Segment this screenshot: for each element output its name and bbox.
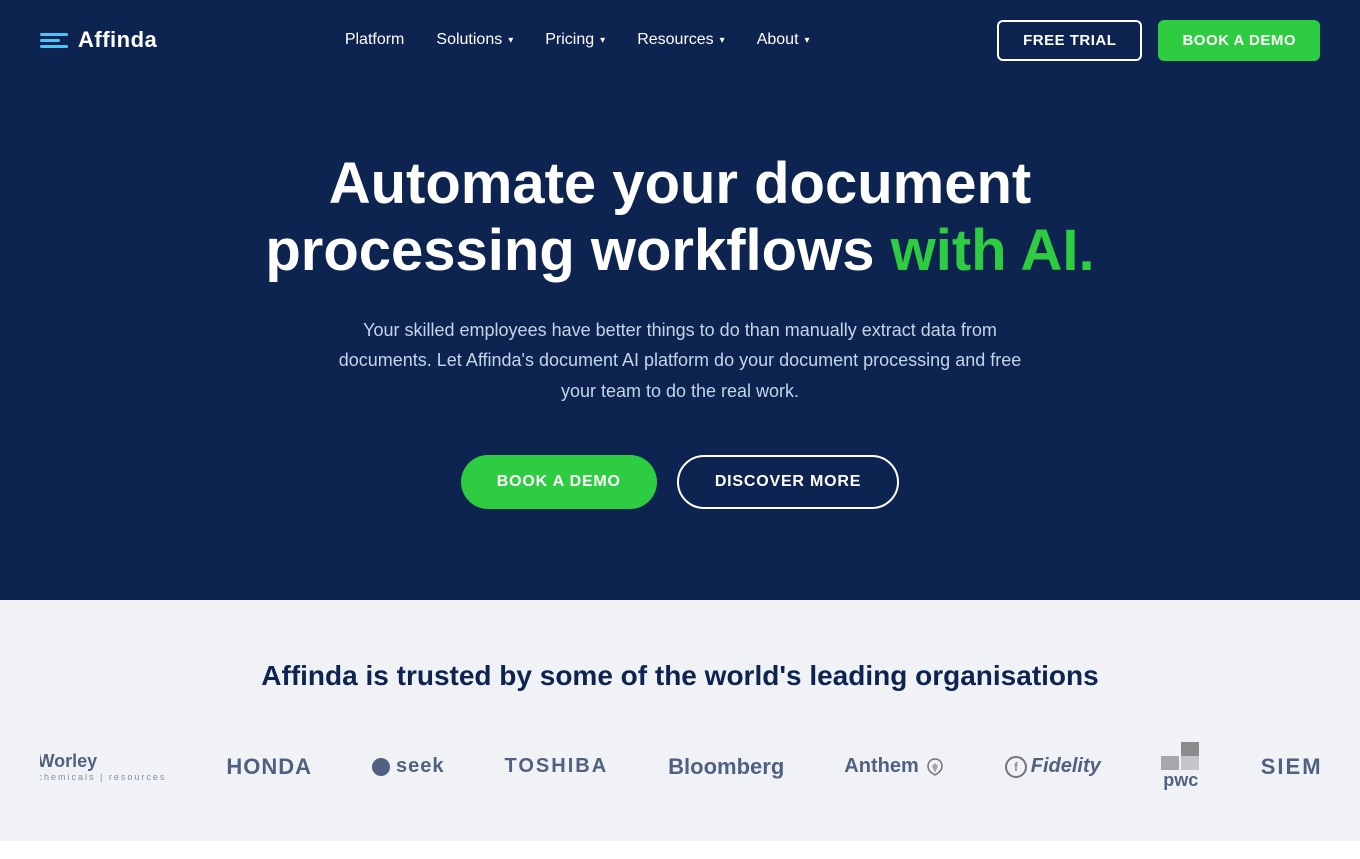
hero-headline: Automate your document processing workfl… bbox=[265, 151, 1094, 284]
logo-icon bbox=[40, 33, 68, 48]
nav-item-solutions[interactable]: Solutions ▾ bbox=[424, 23, 525, 57]
logos-row: Worley chemicals | resources HONDA seek … bbox=[40, 742, 1320, 791]
logo-link[interactable]: Affinda bbox=[40, 27, 157, 53]
logo-bloomberg: Bloomberg bbox=[638, 754, 814, 780]
chevron-down-icon: ▾ bbox=[600, 35, 605, 46]
nav-link-platform[interactable]: Platform bbox=[333, 23, 417, 57]
logo-toshiba: TOSHIBA bbox=[475, 755, 639, 778]
nav-link-pricing[interactable]: Pricing ▾ bbox=[533, 23, 617, 57]
nav-item-about[interactable]: About ▾ bbox=[745, 23, 822, 57]
chevron-down-icon: ▾ bbox=[805, 35, 810, 46]
hero-subtext: Your skilled employees have better thing… bbox=[320, 315, 1040, 407]
nav-item-resources[interactable]: Resources ▾ bbox=[625, 23, 737, 57]
logo-text: Affinda bbox=[78, 27, 157, 53]
nav-item-platform[interactable]: Platform bbox=[333, 23, 417, 57]
nav-links: Platform Solutions ▾ Pricing ▾ Resources… bbox=[333, 23, 822, 57]
logo-worley: Worley chemicals | resources bbox=[40, 751, 196, 782]
chevron-down-icon: ▾ bbox=[720, 35, 725, 46]
svg-text:f: f bbox=[1014, 760, 1019, 774]
free-trial-button[interactable]: FREE TRIAL bbox=[997, 20, 1142, 61]
book-demo-hero-button[interactable]: BOOK A DEMO bbox=[461, 455, 657, 509]
logo-siemens: SIEM bbox=[1231, 754, 1320, 780]
navigation: Affinda Platform Solutions ▾ Pricing ▾ R… bbox=[0, 0, 1360, 80]
trusted-heading: Affinda is trusted by some of the world'… bbox=[40, 660, 1320, 692]
nav-item-pricing[interactable]: Pricing ▾ bbox=[533, 23, 617, 57]
discover-more-button[interactable]: DISCOVER MORE bbox=[677, 455, 899, 509]
nav-link-about[interactable]: About ▾ bbox=[745, 23, 822, 57]
hero-section: Automate your document processing workfl… bbox=[0, 80, 1360, 600]
logo-anthem: Anthem bbox=[814, 755, 974, 778]
trusted-section: Affinda is trusted by some of the world'… bbox=[0, 600, 1360, 841]
logo-seek: seek bbox=[342, 755, 475, 778]
nav-link-resources[interactable]: Resources ▾ bbox=[625, 23, 737, 57]
book-demo-nav-button[interactable]: BOOK A DEMO bbox=[1158, 20, 1320, 61]
logo-pwc: pwc bbox=[1131, 742, 1231, 791]
chevron-down-icon: ▾ bbox=[508, 35, 513, 46]
logo-fidelity: f Fidelity bbox=[975, 755, 1131, 778]
hero-buttons: BOOK A DEMO DISCOVER MORE bbox=[461, 455, 899, 509]
nav-link-solutions[interactable]: Solutions ▾ bbox=[424, 23, 525, 57]
logo-honda: HONDA bbox=[196, 754, 342, 780]
nav-actions: FREE TRIAL BOOK A DEMO bbox=[997, 20, 1320, 61]
